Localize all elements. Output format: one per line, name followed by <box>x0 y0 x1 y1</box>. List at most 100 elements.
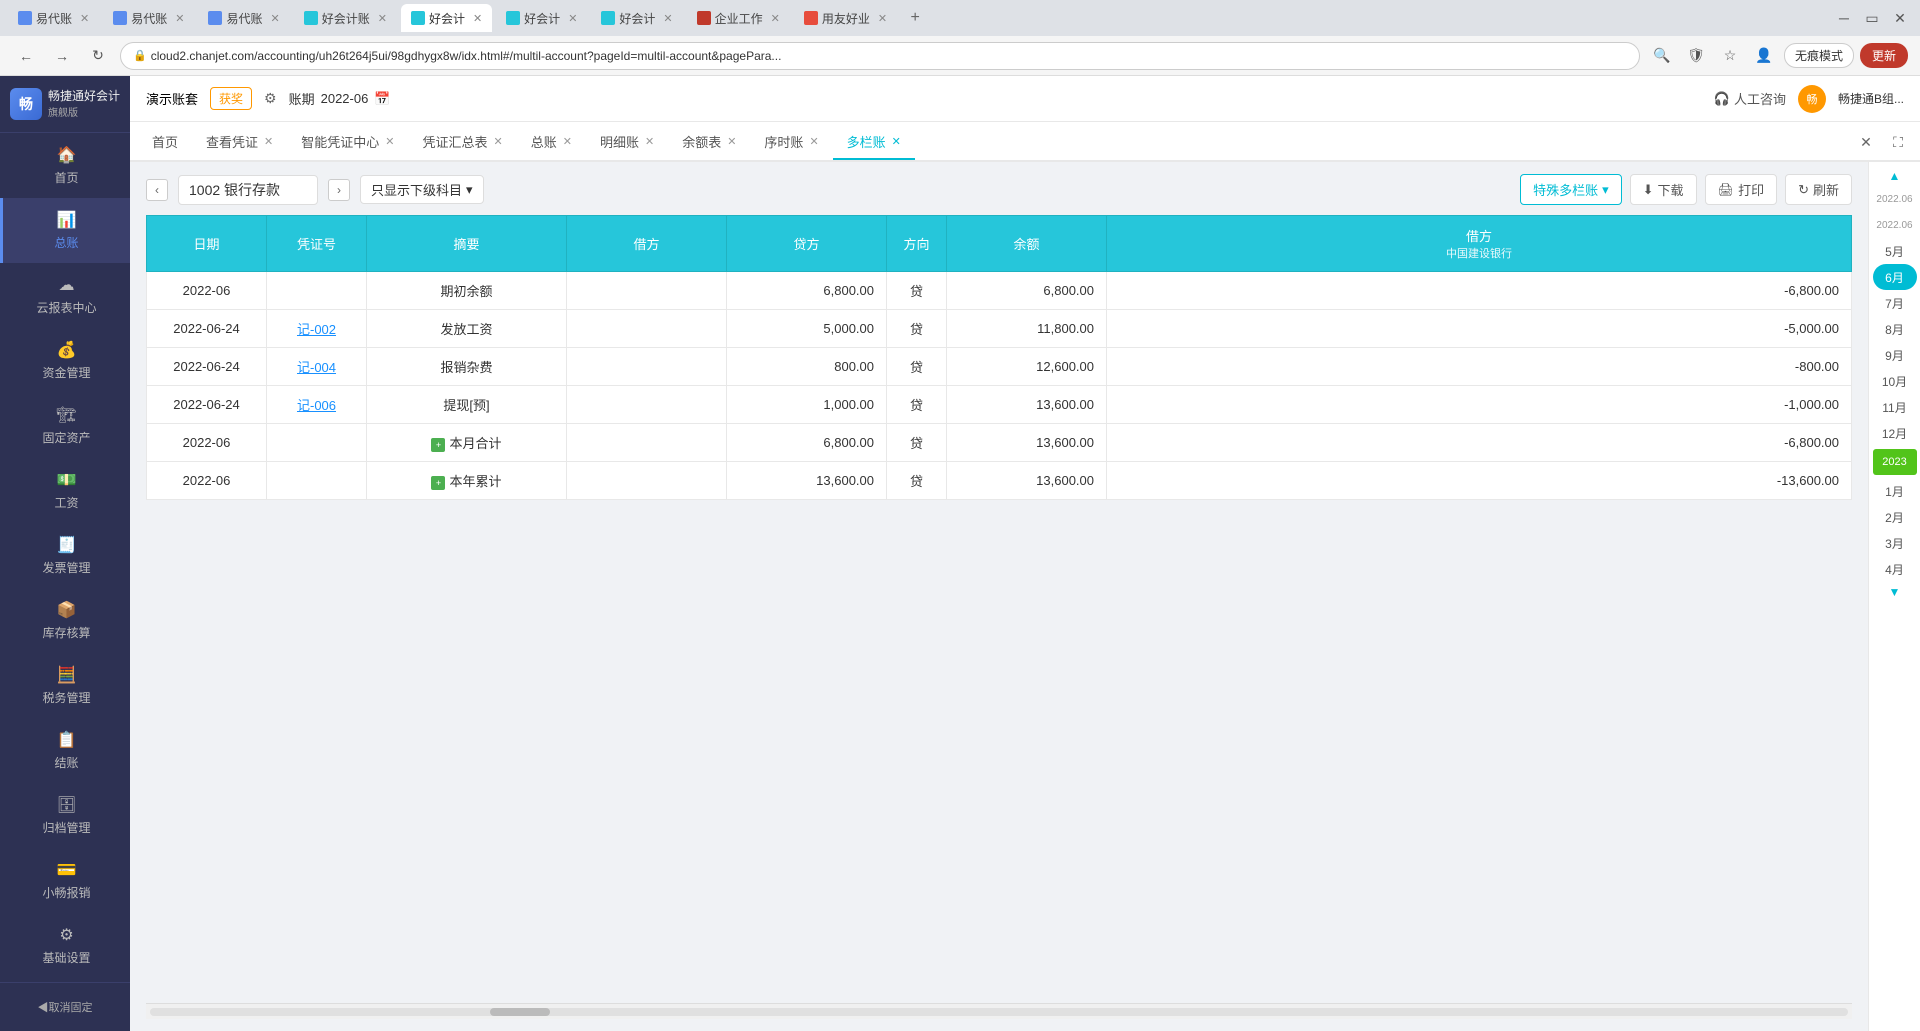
sidebar-item-settings[interactable]: ⚙ 基础设置 <box>0 913 130 978</box>
sidebar-item-salary[interactable]: 💵 工资 <box>0 458 130 523</box>
tab-sequence-close[interactable]: ✕ <box>809 135 818 148</box>
sidebar-item-fixed-asset[interactable]: 🏗 固定资产 <box>0 393 130 458</box>
sidebar-item-home[interactable]: 🏠 首页 <box>0 133 130 198</box>
cell-voucher-2[interactable]: 记-004 <box>267 348 367 386</box>
tab-voucher-close[interactable]: ✕ <box>264 135 273 148</box>
tab-general-ledger[interactable]: 总账 ✕ <box>517 124 586 160</box>
tab-close-4[interactable]: ✕ <box>378 12 387 25</box>
browser-tab-4[interactable]: 好会计账 ✕ <box>294 4 397 32</box>
tab-voucher-summary-close[interactable]: ✕ <box>494 135 503 148</box>
date-item-2023-1[interactable]: 1月 <box>1873 478 1917 504</box>
tab-multi-column-close[interactable]: ✕ <box>892 135 901 148</box>
sidebar-item-close[interactable]: 📋 结账 <box>0 718 130 783</box>
sidebar-item-archive[interactable]: 🗄 归档管理 <box>0 783 130 848</box>
tab-smart-voucher[interactable]: 智能凭证中心 ✕ <box>287 124 408 160</box>
download-button[interactable]: ⬇ 下载 <box>1630 174 1697 205</box>
date-item-2023-4[interactable]: 4月 <box>1873 556 1917 582</box>
date-item-2022-06-row1[interactable]: 2022.06 <box>1873 186 1917 212</box>
sidebar-item-cloud-report[interactable]: ☁ 云报表中心 <box>0 263 130 328</box>
consult-button[interactable]: 🎧 人工咨询 <box>1714 89 1786 108</box>
tab-multi-column[interactable]: 多栏账 ✕ <box>833 124 915 160</box>
sidebar-label-cloud-report: 云报表中心 <box>36 299 96 316</box>
print-button[interactable]: 🖨 打印 <box>1705 174 1778 205</box>
date-item-6[interactable]: 6月 <box>1873 264 1917 290</box>
date-panel-scroll-down[interactable]: ▼ <box>1873 582 1917 602</box>
account-prev-button[interactable]: ‹ <box>146 179 168 201</box>
incognito-mode-button[interactable]: 无痕模式 <box>1784 43 1854 68</box>
date-item-2023-3[interactable]: 3月 <box>1873 530 1917 556</box>
browser-tab-6[interactable]: 好会计 ✕ <box>496 4 587 32</box>
tab-close-7[interactable]: ✕ <box>663 12 672 25</box>
date-item-10[interactable]: 10月 <box>1873 368 1917 394</box>
shield-icon[interactable]: 🛡 <box>1682 42 1710 70</box>
reload-button[interactable]: ↻ <box>84 42 112 70</box>
tab-collapse-icon[interactable]: ✕ <box>1852 128 1880 156</box>
date-item-8[interactable]: 8月 <box>1873 316 1917 342</box>
tab-sequence-ledger[interactable]: 序时账 ✕ <box>750 124 832 160</box>
browser-tab-7[interactable]: 好会计 ✕ <box>591 4 682 32</box>
refresh-button[interactable]: ↻ 刷新 <box>1785 174 1852 205</box>
restore-button[interactable]: ▭ <box>1860 6 1884 30</box>
tab-general-ledger-close[interactable]: ✕ <box>563 135 572 148</box>
date-item-2022-06-row2[interactable]: 2022.06 <box>1873 212 1917 238</box>
sidebar-item-invoice[interactable]: 🧾 发票管理 <box>0 523 130 588</box>
tab-expand-icon[interactable]: ⛶ <box>1884 128 1912 156</box>
minimize-button[interactable]: ─ <box>1832 6 1856 30</box>
tab-close-2[interactable]: ✕ <box>175 12 184 25</box>
settings-gear-icon[interactable]: ⚙ <box>264 90 277 107</box>
forward-button[interactable]: → <box>48 42 76 70</box>
browser-tab-3[interactable]: 易代账 ✕ <box>198 4 289 32</box>
search-icon[interactable]: 🔍 <box>1648 42 1676 70</box>
account-next-button[interactable]: › <box>328 179 350 201</box>
date-item-11[interactable]: 11月 <box>1873 394 1917 420</box>
url-input[interactable]: 🔒 cloud2.chanjet.com/accounting/uh26t264… <box>120 42 1640 70</box>
tab-home[interactable]: 首页 <box>138 124 192 160</box>
star-icon[interactable]: ☆ <box>1716 42 1744 70</box>
tab-detail-ledger-close[interactable]: ✕ <box>645 135 654 148</box>
tab-close-3[interactable]: ✕ <box>270 12 279 25</box>
browser-tab-2[interactable]: 易代账 ✕ <box>103 4 194 32</box>
sidebar-item-ledger[interactable]: 📊 总账 <box>0 198 130 263</box>
tab-balance[interactable]: 余额表 ✕ <box>668 124 750 160</box>
browser-tab-8[interactable]: 企业工作 ✕ <box>687 4 790 32</box>
horizontal-scrollbar[interactable] <box>146 1003 1852 1019</box>
print-icon: 🖨 <box>1718 182 1735 198</box>
sidebar-item-inventory[interactable]: 📦 库存核算 <box>0 588 130 653</box>
scroll-thumb[interactable] <box>490 1008 550 1016</box>
unpin-button[interactable]: ◀取消固定 <box>6 993 124 1021</box>
tab-close-6[interactable]: ✕ <box>568 12 577 25</box>
profile-icon[interactable]: 👤 <box>1750 42 1778 70</box>
sidebar-item-tax[interactable]: 🧮 税务管理 <box>0 653 130 718</box>
tab-voucher[interactable]: 查看凭证 ✕ <box>192 124 287 160</box>
sidebar-label-invoice: 发票管理 <box>42 559 90 576</box>
tab-close-1[interactable]: ✕ <box>80 12 89 25</box>
date-item-2023-2[interactable]: 2月 <box>1873 504 1917 530</box>
period-calendar-icon[interactable]: 📅 <box>374 91 390 107</box>
tab-balance-close[interactable]: ✕ <box>727 135 736 148</box>
ledger-table-wrap: 日期 凭证号 摘要 借方 贷方 方向 余额 借方 中国建设银行 <box>146 215 1852 993</box>
tab-close-5[interactable]: ✕ <box>473 12 482 25</box>
browser-tab-9[interactable]: 用友好业 ✕ <box>794 4 897 32</box>
update-button[interactable]: 更新 <box>1860 43 1908 68</box>
sidebar-item-expense[interactable]: 💳 小畅报销 <box>0 848 130 913</box>
date-item-9[interactable]: 9月 <box>1873 342 1917 368</box>
tab-smart-voucher-close[interactable]: ✕ <box>385 135 394 148</box>
browser-tab-5[interactable]: 好会计 ✕ <box>401 4 492 32</box>
back-button[interactable]: ← <box>12 42 40 70</box>
cell-voucher-1[interactable]: 记-002 <box>267 310 367 348</box>
date-item-7[interactable]: 7月 <box>1873 290 1917 316</box>
show-sub-accounts-button[interactable]: 只显示下级科目 ▾ <box>360 175 484 204</box>
tab-close-9[interactable]: ✕ <box>878 12 887 25</box>
browser-tab-1[interactable]: 易代账 ✕ <box>8 4 99 32</box>
tab-close-8[interactable]: ✕ <box>771 12 780 25</box>
sidebar-item-fund[interactable]: 💰 资金管理 <box>0 328 130 393</box>
date-item-5[interactable]: 5月 <box>1873 238 1917 264</box>
close-button[interactable]: ✕ <box>1888 6 1912 30</box>
cell-voucher-3[interactable]: 记-006 <box>267 386 367 424</box>
date-item-12[interactable]: 12月 <box>1873 420 1917 446</box>
date-panel-scroll-up[interactable]: ▲ <box>1873 166 1917 186</box>
tab-detail-ledger[interactable]: 明细账 ✕ <box>586 124 668 160</box>
tab-voucher-summary[interactable]: 凭证汇总表 ✕ <box>408 124 516 160</box>
new-tab-button[interactable]: + <box>901 4 929 32</box>
special-multi-button[interactable]: 特殊多栏账 ▾ <box>1520 174 1622 205</box>
